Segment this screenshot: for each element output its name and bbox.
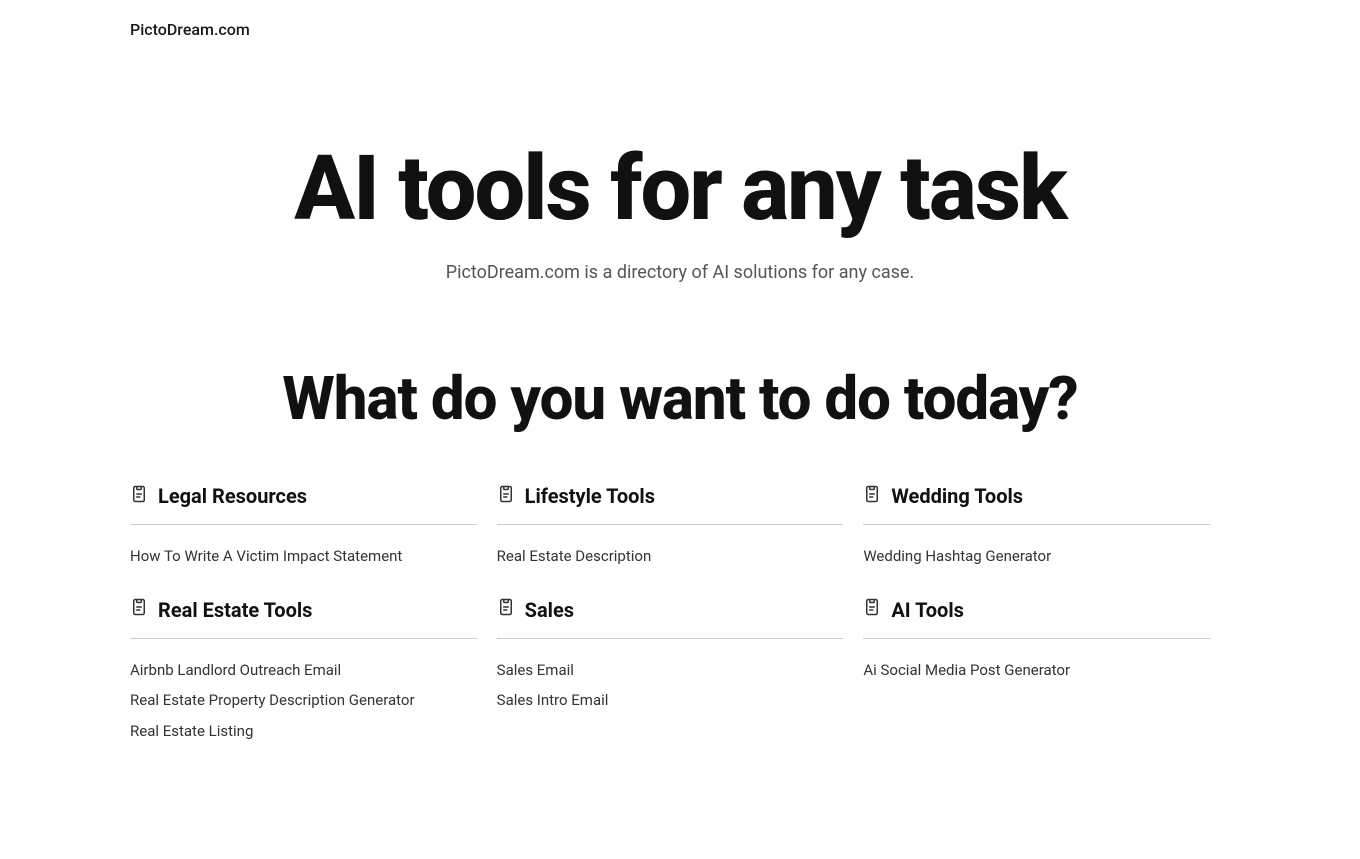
hero-subtitle: PictoDream.com is a directory of AI solu… xyxy=(20,262,1340,283)
category-link[interactable]: Real Estate Listing xyxy=(130,720,477,743)
category-link[interactable]: Wedding Hashtag Generator xyxy=(863,545,1210,568)
clipboard-icon-ai-tools xyxy=(863,598,881,621)
category-card-real-estate-tools: Real Estate Tools Airbnb Landlord Outreac… xyxy=(130,598,497,773)
category-link[interactable]: How To Write A Victim Impact Statement xyxy=(130,545,477,568)
category-divider-legal-resources xyxy=(130,524,477,525)
category-header-legal-resources: Legal Resources xyxy=(130,484,477,508)
category-title-ai-tools: AI Tools xyxy=(891,598,964,622)
category-divider-real-estate-tools xyxy=(130,638,477,639)
categories-grid: Legal Resources How To Write A Victim Imp… xyxy=(0,484,1360,772)
category-card-wedding-tools: Wedding Tools Wedding Hashtag Generator xyxy=(863,484,1230,598)
category-links-lifestyle-tools: Real Estate Description xyxy=(497,545,844,568)
category-title-wedding-tools: Wedding Tools xyxy=(891,484,1023,508)
clipboard-icon-real-estate-tools xyxy=(130,598,148,621)
clipboard-icon-sales xyxy=(497,598,515,621)
clipboard-icon-wedding-tools xyxy=(863,485,881,508)
category-link[interactable]: Sales Intro Email xyxy=(497,689,844,712)
category-header-sales: Sales xyxy=(497,598,844,622)
hero-section: AI tools for any task PictoDream.com is … xyxy=(0,59,1360,323)
category-title-real-estate-tools: Real Estate Tools xyxy=(158,598,312,622)
category-link[interactable]: Ai Social Media Post Generator xyxy=(863,659,1210,682)
category-card-lifestyle-tools: Lifestyle Tools Real Estate Description xyxy=(497,484,864,598)
category-title-legal-resources: Legal Resources xyxy=(158,484,307,508)
category-links-wedding-tools: Wedding Hashtag Generator xyxy=(863,545,1210,568)
category-links-sales: Sales Email Sales Intro Email xyxy=(497,659,844,712)
category-divider-wedding-tools xyxy=(863,524,1210,525)
category-header-wedding-tools: Wedding Tools xyxy=(863,484,1210,508)
hero-title: AI tools for any task xyxy=(20,139,1340,238)
category-links-legal-resources: How To Write A Victim Impact Statement xyxy=(130,545,477,568)
category-divider-ai-tools xyxy=(863,638,1210,639)
category-card-ai-tools: AI Tools Ai Social Media Post Generator xyxy=(863,598,1230,773)
category-link[interactable]: Sales Email xyxy=(497,659,844,682)
clipboard-icon-lifestyle-tools xyxy=(497,485,515,508)
category-header-ai-tools: AI Tools xyxy=(863,598,1210,622)
category-title-sales: Sales xyxy=(525,598,574,622)
clipboard-icon-legal-resources xyxy=(130,485,148,508)
section-title: What do you want to do today? xyxy=(0,323,1360,484)
category-link[interactable]: Real Estate Property Description Generat… xyxy=(130,689,477,712)
category-title-lifestyle-tools: Lifestyle Tools xyxy=(525,484,655,508)
logo[interactable]: PictoDream.com xyxy=(130,20,250,39)
site-header: PictoDream.com xyxy=(0,0,1360,59)
category-card-legal-resources: Legal Resources How To Write A Victim Imp… xyxy=(130,484,497,598)
category-divider-lifestyle-tools xyxy=(497,524,844,525)
category-links-ai-tools: Ai Social Media Post Generator xyxy=(863,659,1210,682)
category-card-sales: Sales Sales Email Sales Intro Email xyxy=(497,598,864,773)
category-divider-sales xyxy=(497,638,844,639)
category-link[interactable]: Airbnb Landlord Outreach Email xyxy=(130,659,477,682)
category-header-real-estate-tools: Real Estate Tools xyxy=(130,598,477,622)
category-link[interactable]: Real Estate Description xyxy=(497,545,844,568)
category-links-real-estate-tools: Airbnb Landlord Outreach Email Real Estat… xyxy=(130,659,477,743)
category-header-lifestyle-tools: Lifestyle Tools xyxy=(497,484,844,508)
